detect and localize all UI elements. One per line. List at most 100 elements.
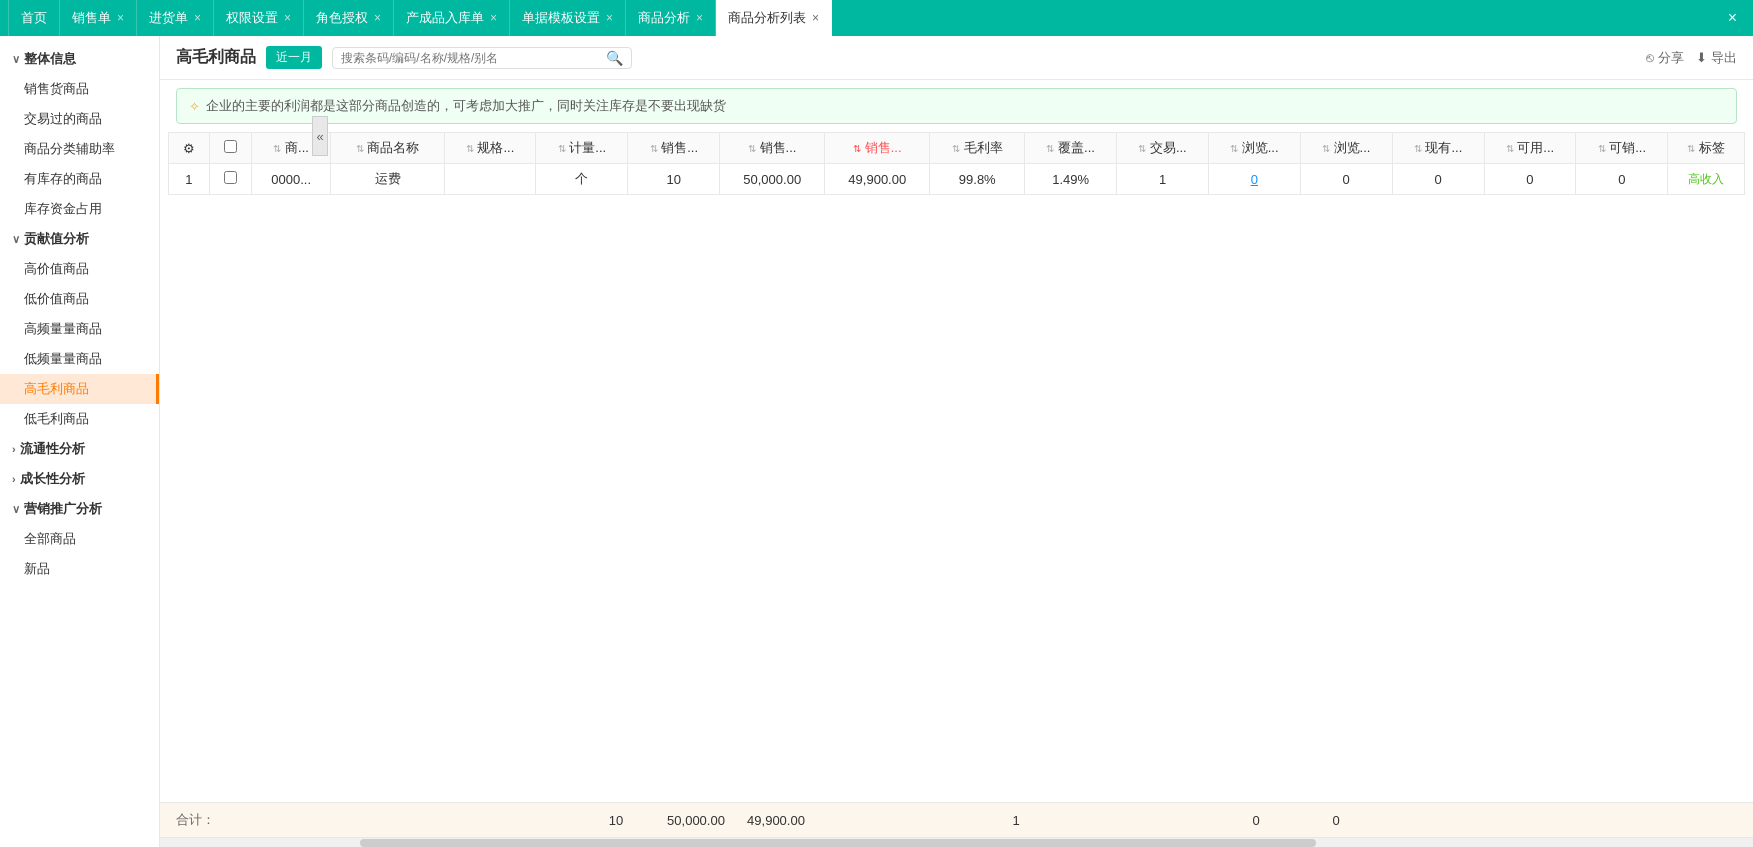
sort-icon-3: ⇅ [466,143,474,154]
sidebar-item-all-goods[interactable]: 全部商品 [0,524,159,554]
sort-icon-6: ⇅ [748,143,756,154]
footer-available: 0 [1296,813,1376,828]
col-cover-rate[interactable]: ⇅ 覆盖... [1025,133,1117,164]
sidebar-item-high-value[interactable]: 高价值商品 [0,254,159,284]
header-actions: ⎋ 分享 ⬇ 导出 [1646,49,1737,67]
cell-cover-rate: 1.49% [1025,164,1117,195]
nav-tab-permission[interactable]: 权限设置 × [214,0,304,36]
table-header-row: ⚙ ⇅ 商... ⇅ 商品名称 ⇅ 规格... ⇅ 计量... ⇅ 销售... … [169,133,1745,164]
col-sales-qty[interactable]: ⇅ 销售... [628,133,720,164]
sidebar-group-marketing-analysis[interactable]: ∨ 营销推广分析 [0,494,159,524]
close-permission[interactable]: × [284,11,291,25]
col-trade-count[interactable]: ⇅ 交易... [1117,133,1209,164]
sidebar-item-low-margin[interactable]: 低毛利商品 [0,404,159,434]
cell-sales-amount: 50,000.00 [720,164,825,195]
sidebar-item-traded-goods[interactable]: 交易过的商品 [0,104,159,134]
cell-tag: 高收入 [1668,164,1745,195]
sidebar-item-sales-goods[interactable]: 销售货商品 [0,74,159,104]
footer-cells: 10 50,000.00 49,900.00 1 0 0 [236,813,1737,828]
search-icon[interactable]: 🔍 [606,50,623,66]
sidebar-group-flow-analysis[interactable]: › 流通性分析 [0,434,159,464]
sidebar-collapse-button[interactable]: « [312,116,328,156]
col-sales-amount[interactable]: ⇅ 销售... [720,133,825,164]
col-checkbox[interactable] [209,133,251,164]
row-checkbox[interactable] [224,171,237,184]
close-template[interactable]: × [606,11,613,25]
nav-tab-purchase-order[interactable]: 进货单 × [137,0,214,36]
window-close-button[interactable]: × [1720,9,1745,27]
sidebar: ∨ 整体信息 销售货商品 交易过的商品 商品分类辅助率 有库存的商品 库存资金占… [0,36,160,847]
cell-available: 0 [1484,164,1576,195]
arrow-down-icon-2: ∨ [12,233,20,246]
close-purchase-order[interactable]: × [194,11,201,25]
table-container[interactable]: ⚙ ⇅ 商... ⇅ 商品名称 ⇅ 规格... ⇅ 计量... ⇅ 销售... … [160,132,1753,802]
sort-icon-9: ⇅ [1046,143,1054,154]
cell-browse1[interactable]: 0 [1208,164,1300,195]
sort-icon-7: ⇅ [853,143,861,154]
nav-tab-product-analysis-list[interactable]: 商品分析列表 × [716,0,832,36]
nav-tab-home[interactable]: 首页 [8,0,60,36]
close-sales-order[interactable]: × [117,11,124,25]
cell-current-stock: 0 [1392,164,1484,195]
cell-checkbox[interactable] [209,164,251,195]
sidebar-group-overall-info[interactable]: ∨ 整体信息 [0,44,159,74]
export-icon: ⬇ [1696,50,1707,65]
col-unit[interactable]: ⇅ 计量... [536,133,628,164]
footer-sales-qty: 10 [576,813,656,828]
sidebar-item-low-value[interactable]: 低价值商品 [0,284,159,314]
cell-margin-rate: 99.8% [930,164,1025,195]
content-area: 高毛利商品 近一月 🔍 ⎋ 分享 ⬇ 导出 ✧ 企业的主要的利润都是这部分商品创… [160,36,1753,847]
cell-sales-qty: 10 [628,164,720,195]
col-sales-cost[interactable]: ⇅ 销售... [825,133,930,164]
footer-label: 合计： [176,811,236,829]
col-browse2[interactable]: ⇅ 浏览... [1300,133,1392,164]
select-all-checkbox[interactable] [224,140,237,153]
close-role[interactable]: × [374,11,381,25]
sort-icon: ⇅ [273,143,281,154]
sidebar-item-high-freq[interactable]: 高频量量商品 [0,314,159,344]
col-spec[interactable]: ⇅ 规格... [444,133,536,164]
col-available[interactable]: ⇅ 可用... [1484,133,1576,164]
cell-no: 1 [169,164,210,195]
sidebar-item-inventory-goods[interactable]: 有库存的商品 [0,164,159,194]
nav-tab-template[interactable]: 单据模板设置 × [510,0,626,36]
share-button[interactable]: ⎋ 分享 [1646,49,1684,67]
col-margin-rate[interactable]: ⇅ 毛利率 [930,133,1025,164]
close-product-analysis-list[interactable]: × [812,11,819,25]
nav-tab-sales-order[interactable]: 销售单 × [60,0,137,36]
sidebar-item-low-freq[interactable]: 低频量量商品 [0,344,159,374]
cell-trade-count: 1 [1117,164,1209,195]
arrow-down-icon: ∨ [12,53,20,66]
sort-icon-11: ⇅ [1230,143,1238,154]
nav-tab-product-inbound[interactable]: 产成品入库单 × [394,0,510,36]
table-footer: 合计： 10 50,000.00 49,900.00 1 0 0 [160,802,1753,837]
sidebar-item-high-margin[interactable]: 高毛利商品 [0,374,159,404]
info-icon: ✧ [189,99,200,114]
sidebar-group-assets-analysis[interactable]: ∨ 贡献值分析 [0,224,159,254]
sort-icon-13: ⇅ [1414,143,1422,154]
export-button[interactable]: ⬇ 导出 [1696,49,1737,67]
sidebar-group-growth-analysis[interactable]: › 成长性分析 [0,464,159,494]
sort-icon-5: ⇅ [650,143,658,154]
sidebar-item-goods-analysis[interactable]: 商品分类辅助率 [0,134,159,164]
col-settings[interactable]: ⚙ [169,133,210,164]
scrollbar-thumb[interactable] [360,839,1316,847]
info-banner: ✧ 企业的主要的利润都是这部分商品创造的，可考虑加大推广，同时关注库存是不要出现… [176,88,1737,124]
col-browse1[interactable]: ⇅ 浏览... [1208,133,1300,164]
nav-tab-role[interactable]: 角色授权 × [304,0,394,36]
cell-unit: 个 [536,164,628,195]
close-product-inbound[interactable]: × [490,11,497,25]
search-input[interactable] [341,51,606,65]
col-tag[interactable]: ⇅ 标签 [1668,133,1745,164]
date-filter-button[interactable]: 近一月 [266,46,322,69]
col-name[interactable]: ⇅ 商品名称 [331,133,444,164]
cell-saleable: 0 [1576,164,1668,195]
sidebar-item-new-goods[interactable]: 新品 [0,554,159,584]
sidebar-item-inventory-occupation[interactable]: 库存资金占用 [0,194,159,224]
col-saleable[interactable]: ⇅ 可销... [1576,133,1668,164]
col-current-stock[interactable]: ⇅ 现有... [1392,133,1484,164]
close-product-analysis[interactable]: × [696,11,703,25]
nav-tab-product-analysis[interactable]: 商品分析 × [626,0,716,36]
arrow-right-icon: › [12,443,16,455]
bottom-scrollbar[interactable] [160,837,1753,847]
